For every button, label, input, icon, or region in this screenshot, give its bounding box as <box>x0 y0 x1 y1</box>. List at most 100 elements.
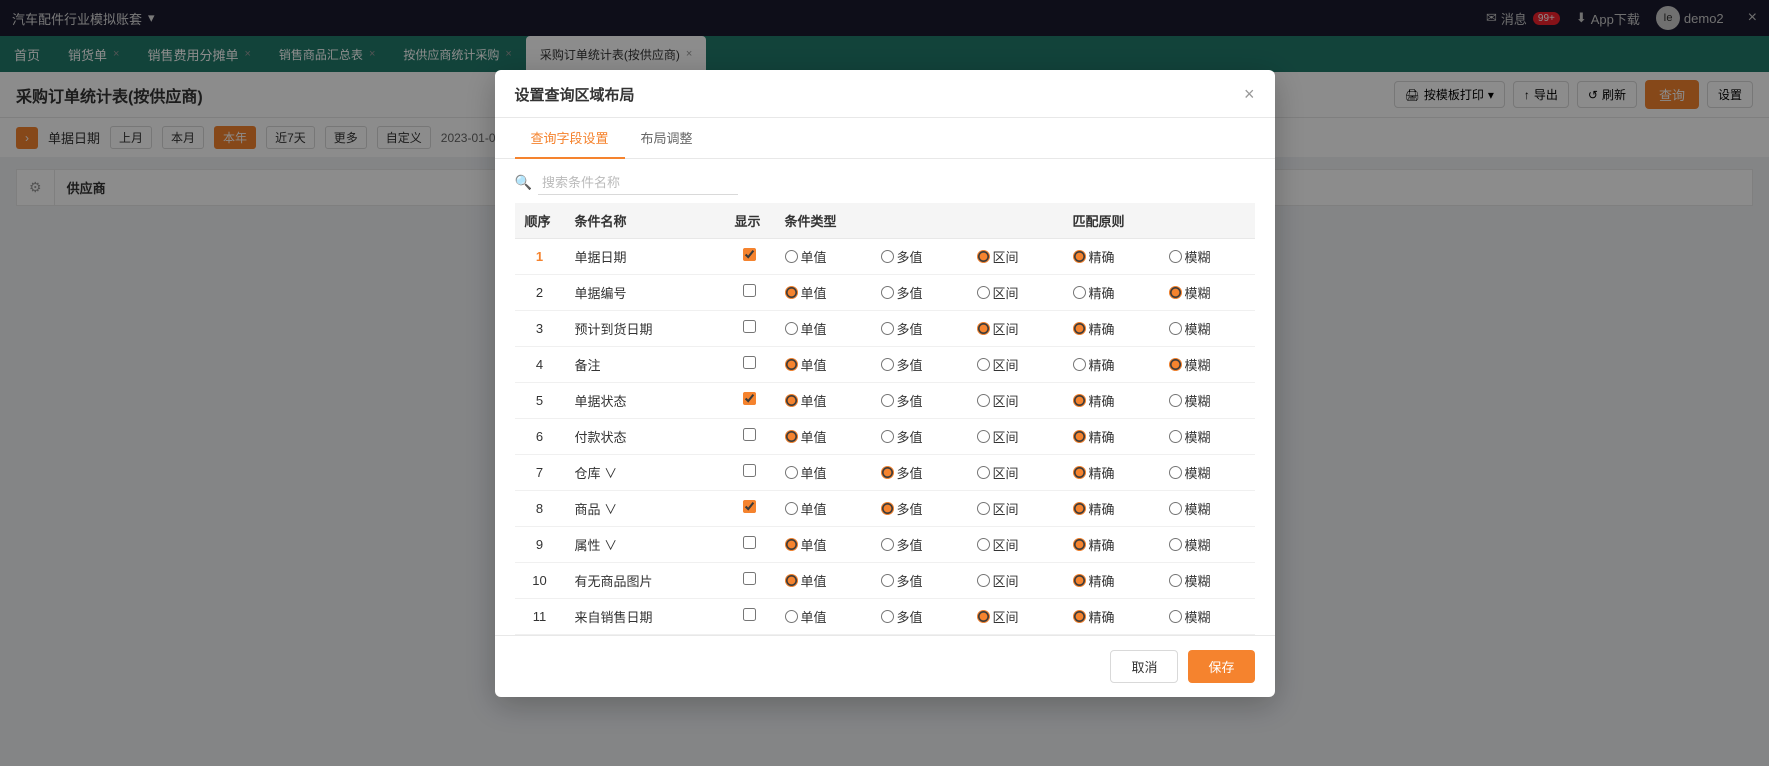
row-match-fuzzy-cell: 模糊 <box>1159 238 1255 274</box>
type-range-radio[interactable] <box>977 250 990 263</box>
row-type-range-cell: 区间 <box>967 526 1063 562</box>
row-match-exact-cell: 精确 <box>1063 418 1159 454</box>
display-checkbox[interactable] <box>743 392 756 405</box>
type-multi-radio[interactable] <box>881 286 894 299</box>
display-checkbox[interactable] <box>743 500 756 513</box>
match-exact-radio[interactable] <box>1073 358 1086 371</box>
type-multi-radio[interactable] <box>881 610 894 623</box>
display-checkbox[interactable] <box>743 284 756 297</box>
type-range-radio[interactable] <box>977 502 990 515</box>
type-single-radio[interactable] <box>785 502 798 515</box>
type-range-radio[interactable] <box>977 322 990 335</box>
match-exact-radio[interactable] <box>1073 502 1086 515</box>
row-type-multi-cell: 多值 <box>871 238 967 274</box>
row-match-fuzzy-cell: 模糊 <box>1159 418 1255 454</box>
dialog-title: 设置查询区域布局 <box>515 84 635 105</box>
display-checkbox[interactable] <box>743 572 756 585</box>
match-fuzzy-radio[interactable] <box>1169 250 1182 263</box>
match-exact-radio[interactable] <box>1073 250 1086 263</box>
row-match-fuzzy-cell: 模糊 <box>1159 598 1255 634</box>
type-multi-radio[interactable] <box>881 538 894 551</box>
match-fuzzy-radio[interactable] <box>1169 394 1182 407</box>
match-exact-radio[interactable] <box>1073 286 1086 299</box>
match-fuzzy-radio[interactable] <box>1169 574 1182 587</box>
match-fuzzy-radio[interactable] <box>1169 502 1182 515</box>
type-single-radio[interactable] <box>785 322 798 335</box>
type-multi-radio[interactable] <box>881 394 894 407</box>
match-exact-radio[interactable] <box>1073 466 1086 479</box>
row-display-checkbox-cell <box>725 490 775 526</box>
type-single-radio[interactable] <box>785 466 798 479</box>
type-multi-radio[interactable] <box>881 502 894 515</box>
type-single-radio[interactable] <box>785 286 798 299</box>
type-multi-radio[interactable] <box>881 430 894 443</box>
match-exact-radio[interactable] <box>1073 430 1086 443</box>
type-range-radio[interactable] <box>977 574 990 587</box>
col-name-header: 条件名称 <box>565 203 725 239</box>
match-exact-radio[interactable] <box>1073 610 1086 623</box>
dialog-tabs: 查询字段设置 布局调整 <box>495 118 1275 159</box>
row-condition-name: 付款状态 <box>565 418 725 454</box>
col-match-header: 匹配原则 <box>1063 203 1255 239</box>
match-exact-radio[interactable] <box>1073 322 1086 335</box>
match-exact-radio[interactable] <box>1073 394 1086 407</box>
row-type-multi-cell: 多值 <box>871 310 967 346</box>
type-single-radio[interactable] <box>785 394 798 407</box>
tab-field-settings[interactable]: 查询字段设置 <box>515 118 625 159</box>
type-range-radio[interactable] <box>977 538 990 551</box>
match-fuzzy-radio[interactable] <box>1169 286 1182 299</box>
type-multi-radio[interactable] <box>881 250 894 263</box>
match-fuzzy-radio[interactable] <box>1169 430 1182 443</box>
type-range-radio[interactable] <box>977 430 990 443</box>
cancel-button[interactable]: 取消 <box>1110 650 1178 683</box>
type-multi-radio[interactable] <box>881 358 894 371</box>
display-checkbox[interactable] <box>743 320 756 333</box>
type-multi-radio[interactable] <box>881 574 894 587</box>
match-fuzzy-radio[interactable] <box>1169 466 1182 479</box>
display-checkbox[interactable] <box>743 608 756 621</box>
type-single-radio[interactable] <box>785 574 798 587</box>
row-match-fuzzy-cell: 模糊 <box>1159 346 1255 382</box>
table-row: 9属性 ∨ 单值 多值 区间 精确 模糊 <box>515 526 1255 562</box>
type-single-radio[interactable] <box>785 610 798 623</box>
row-display-checkbox-cell <box>725 346 775 382</box>
row-type-single-cell: 单值 <box>775 562 871 598</box>
display-checkbox[interactable] <box>743 464 756 477</box>
match-exact-radio[interactable] <box>1073 574 1086 587</box>
type-range-radio[interactable] <box>977 466 990 479</box>
type-range-radio[interactable] <box>977 394 990 407</box>
match-exact-radio[interactable] <box>1073 538 1086 551</box>
row-match-exact-cell: 精确 <box>1063 238 1159 274</box>
row-condition-name: 仓库 ∨ <box>565 454 725 490</box>
type-range-radio[interactable] <box>977 358 990 371</box>
row-condition-name: 有无商品图片 <box>565 562 725 598</box>
match-fuzzy-radio[interactable] <box>1169 322 1182 335</box>
type-multi-radio[interactable] <box>881 322 894 335</box>
display-checkbox[interactable] <box>743 428 756 441</box>
row-match-exact-cell: 精确 <box>1063 490 1159 526</box>
match-fuzzy-radio[interactable] <box>1169 610 1182 623</box>
row-order: 10 <box>515 562 565 598</box>
type-range-radio[interactable] <box>977 610 990 623</box>
save-button[interactable]: 保存 <box>1188 650 1254 683</box>
type-single-radio[interactable] <box>785 250 798 263</box>
search-input[interactable] <box>538 171 738 195</box>
type-single-radio[interactable] <box>785 538 798 551</box>
row-match-exact-cell: 精确 <box>1063 598 1159 634</box>
match-fuzzy-radio[interactable] <box>1169 358 1182 371</box>
modal-overlay: 设置查询区域布局 × 查询字段设置 布局调整 🔍 顺序 条件名称 <box>0 0 1769 766</box>
type-single-radio[interactable] <box>785 430 798 443</box>
dialog-close-button[interactable]: × <box>1244 85 1255 103</box>
display-checkbox[interactable] <box>743 248 756 261</box>
display-checkbox[interactable] <box>743 356 756 369</box>
match-fuzzy-radio[interactable] <box>1169 538 1182 551</box>
type-range-radio[interactable] <box>977 286 990 299</box>
type-multi-radio[interactable] <box>881 466 894 479</box>
row-order: 4 <box>515 346 565 382</box>
row-display-checkbox-cell <box>725 454 775 490</box>
display-checkbox[interactable] <box>743 536 756 549</box>
tab-layout-adjust[interactable]: 布局调整 <box>625 118 709 159</box>
row-type-single-cell: 单值 <box>775 310 871 346</box>
type-single-radio[interactable] <box>785 358 798 371</box>
row-type-multi-cell: 多值 <box>871 382 967 418</box>
